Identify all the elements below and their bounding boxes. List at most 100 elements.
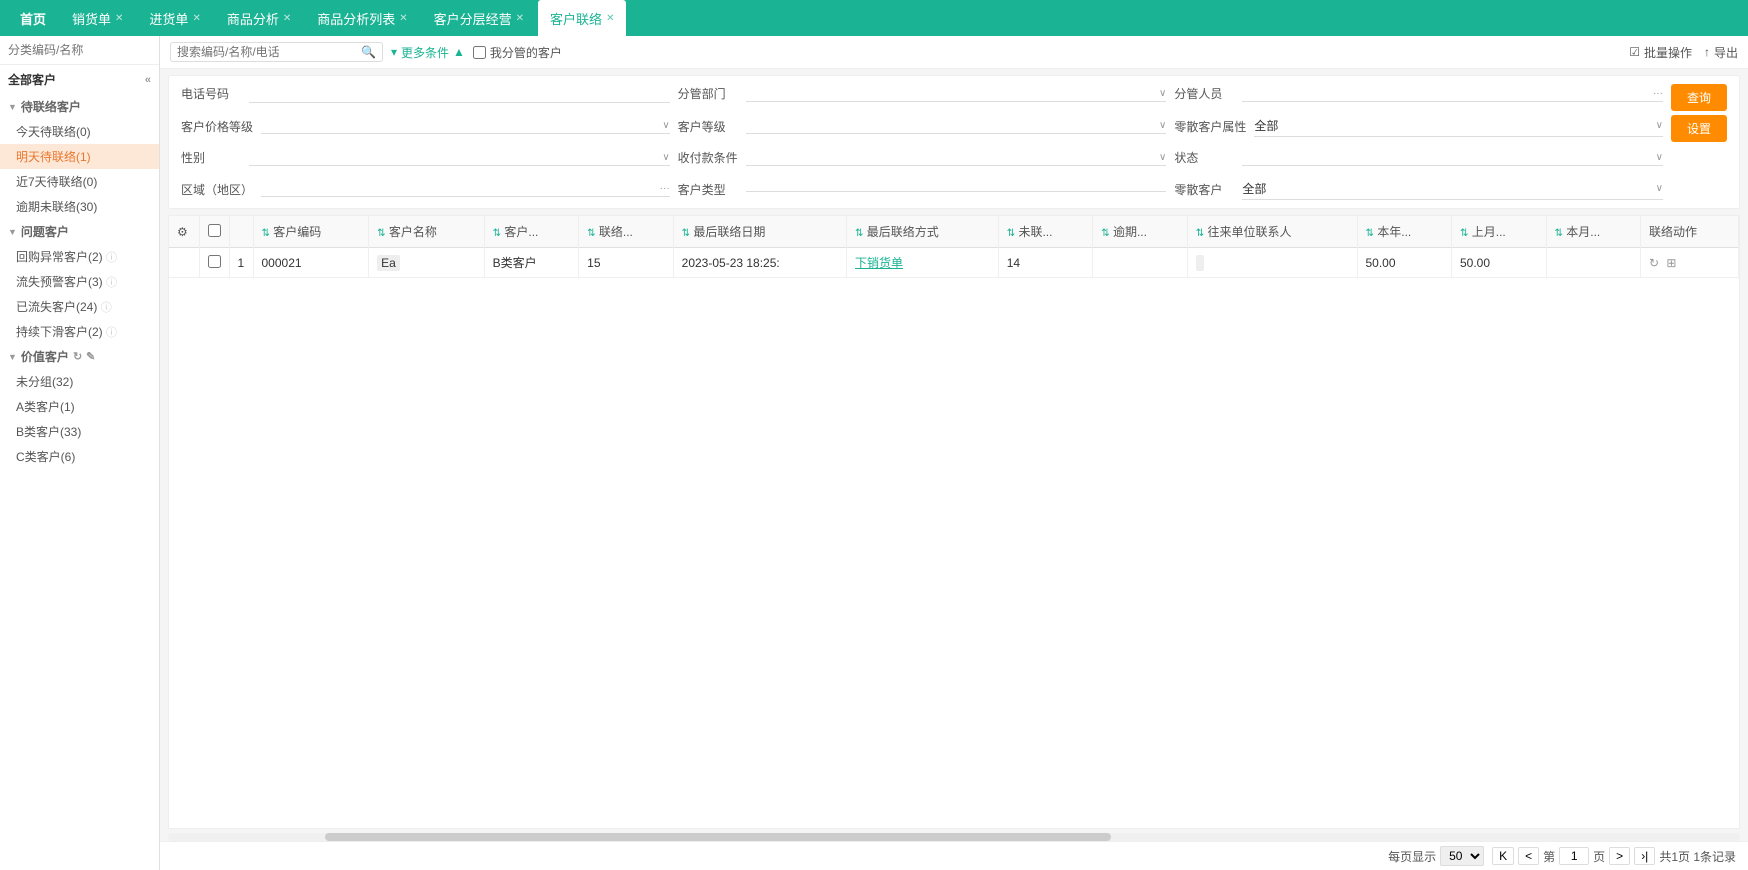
search-input[interactable] (177, 45, 357, 59)
sort-icon: ⇅ (262, 228, 270, 239)
sidebar-item-class-a[interactable]: A类客户(1) (0, 394, 159, 419)
nav-customer-contact[interactable]: 客户联络 ✕ (538, 0, 626, 36)
last-page-button[interactable]: ›| (1634, 847, 1655, 865)
first-page-button[interactable]: K (1492, 847, 1514, 865)
value-group-label: 价值客户 ↻ ✎ (0, 344, 159, 369)
action-grid-icon[interactable]: ⊞ (1666, 256, 1676, 270)
my-customers-check[interactable] (473, 46, 486, 59)
filter-panel: 电话号码 分管部门 ∨ 分管人员 ··· (168, 75, 1740, 209)
col-code[interactable]: ⇅ 客户编码 (253, 216, 369, 248)
edit-icon[interactable]: ✎ (86, 350, 95, 363)
row-no: 1 (229, 248, 253, 278)
more-conditions-button[interactable]: ▾ 更多条件 ▲ (391, 44, 465, 61)
col-checkbox[interactable] (199, 216, 229, 248)
row-overdue (1093, 248, 1188, 278)
col-contact[interactable]: ⇅ 联络... (579, 216, 674, 248)
search-box: 🔍 (170, 42, 383, 62)
row-last-contact-method[interactable]: 下销货单 (846, 248, 998, 278)
sort-icon-notcontact: ⇅ (1007, 228, 1015, 239)
select-all-checkbox[interactable] (208, 224, 221, 237)
col-action: 联络动作 (1641, 216, 1739, 248)
close-product-analysis-icon[interactable]: ✕ (283, 13, 291, 24)
col-last-month[interactable]: ⇅ 上月... (1452, 216, 1547, 248)
region-select[interactable]: ··· (261, 181, 670, 197)
filter-row-2: 客户价格等级 ∨ 客户等级 ∨ 零散客户属性 (181, 115, 1663, 137)
col-settings[interactable]: ⚙ (169, 216, 199, 248)
col-overdue[interactable]: ⇅ 逾期... (1093, 216, 1188, 248)
retail-attr-dropdown-icon: ∨ (1656, 120, 1663, 131)
prev-page-button[interactable]: < (1518, 847, 1539, 865)
col-unit-contact[interactable]: ⇅ 往来单位联系人 (1187, 216, 1357, 248)
all-customers-header[interactable]: 全部客户 « (0, 65, 159, 94)
query-button[interactable]: 查询 (1671, 84, 1727, 111)
sidebar-item-unclassified[interactable]: 未分组(32) (0, 369, 159, 394)
nav-home[interactable]: 首页 (8, 0, 58, 36)
sidebar-item-today-contact[interactable]: 今天待联络(0) (0, 119, 159, 144)
row-check[interactable] (208, 255, 221, 268)
nav-sales-order[interactable]: 销货单 ✕ (60, 0, 135, 36)
col-last-contact-method[interactable]: ⇅ 最后联络方式 (846, 216, 998, 248)
action-refresh-icon[interactable]: ↻ (1649, 256, 1659, 270)
col-last-contact-date[interactable]: ⇅ 最后联络日期 (673, 216, 846, 248)
settings-icon[interactable]: ⚙ (177, 225, 188, 239)
sidebar-item-week-contact[interactable]: 近7天待联络(0) (0, 169, 159, 194)
my-customers-checkbox[interactable]: 我分管的客户 (473, 44, 562, 61)
person-select[interactable]: ··· (1242, 86, 1663, 102)
retail-select[interactable]: 全部 ∨ (1242, 178, 1663, 200)
page-size-select[interactable]: 50 (1440, 846, 1484, 866)
close-sales-order-icon[interactable]: ✕ (115, 13, 123, 24)
refresh-icon[interactable]: ↻ (73, 350, 82, 363)
sidebar-item-continuous-decline[interactable]: 持续下滑客户(2) ⓘ (0, 319, 159, 344)
sidebar-item-repeat-abnormal[interactable]: 回购异常客户(2) ⓘ (0, 244, 159, 269)
gender-select[interactable]: ∨ (249, 150, 670, 166)
col-name[interactable]: ⇅ 客户名称 (369, 216, 485, 248)
phone-input[interactable] (249, 84, 670, 103)
row-not-contacted: 14 (998, 248, 1093, 278)
col-this-year[interactable]: ⇅ 本年... (1357, 216, 1452, 248)
retail-attr-select[interactable]: 全部 ∨ (1254, 115, 1663, 137)
dept-select[interactable]: ∨ (746, 86, 1167, 102)
nav-product-analysis[interactable]: 商品分析 ✕ (215, 0, 303, 36)
data-table-wrapper: ⚙ ⇅ 客户编码 ⇅ 客户名称 (168, 215, 1740, 829)
payment-select[interactable]: ∨ (746, 150, 1167, 166)
nav-customer-tier[interactable]: 客户分层经营 ✕ (422, 0, 536, 36)
chevron-up-icon: ▲ (453, 45, 465, 59)
sidebar-search-input[interactable] (8, 43, 160, 57)
col-customer-type[interactable]: ⇅ 客户... (484, 216, 579, 248)
close-customer-contact-icon[interactable]: ✕ (606, 13, 614, 24)
col-not-contacted[interactable]: ⇅ 未联... (998, 216, 1093, 248)
sidebar-item-lost-warning[interactable]: 流失预警客户(3) ⓘ (0, 269, 159, 294)
page-number-input[interactable] (1559, 847, 1589, 865)
next-page-button[interactable]: > (1609, 847, 1630, 865)
row-action[interactable]: ↻ ⊞ (1641, 248, 1739, 278)
export-button[interactable]: ↑ 导出 (1704, 44, 1738, 61)
sidebar-item-class-c[interactable]: C类客户(6) (0, 444, 159, 469)
table-row: 1 000021 Ea B类客户 15 2023-05-23 18:25: 下销… (169, 248, 1739, 278)
reset-button[interactable]: 设置 (1671, 115, 1727, 142)
row-unit-contact (1187, 248, 1357, 278)
contact-method-link[interactable]: 下销货单 (855, 256, 903, 270)
sort-icon-type: ⇅ (493, 228, 501, 239)
customer-type-select[interactable] (746, 187, 1167, 192)
filter-icon: ▾ (391, 45, 397, 59)
col-this-month[interactable]: ⇅ 本月... (1546, 216, 1641, 248)
customer-level-select[interactable]: ∨ (746, 118, 1167, 134)
close-purchase-order-icon[interactable]: ✕ (192, 13, 200, 24)
horizontal-scrollbar[interactable] (168, 833, 1740, 841)
close-customer-tier-icon[interactable]: ✕ (516, 13, 524, 24)
footer: 每页显示 50 K < 第 页 > ›| 共1页 1条记录 (160, 841, 1748, 870)
nav-product-analysis-list[interactable]: 商品分析列表 ✕ (305, 0, 419, 36)
row-checkbox[interactable] (199, 248, 229, 278)
status-select[interactable]: ∨ (1242, 150, 1663, 166)
nav-purchase-order[interactable]: 进货单 ✕ (137, 0, 212, 36)
sidebar-item-tomorrow-contact[interactable]: 明天待联络(1) (0, 144, 159, 169)
close-product-analysis-list-icon[interactable]: ✕ (399, 13, 407, 24)
sidebar-item-overdue-contact[interactable]: 逾期未联络(30) (0, 194, 159, 219)
customer-price-select[interactable]: ∨ (261, 118, 670, 134)
sidebar-item-already-lost[interactable]: 已流失客户(24) ⓘ (0, 294, 159, 319)
sidebar-item-class-b[interactable]: B类客户(33) (0, 419, 159, 444)
scrollbar-thumb[interactable] (325, 833, 1111, 841)
search-icon[interactable]: 🔍 (361, 45, 376, 59)
batch-operations-button[interactable]: ☑ 批量操作 (1629, 44, 1692, 61)
customer-type-field: 客户类型 (678, 181, 1167, 198)
